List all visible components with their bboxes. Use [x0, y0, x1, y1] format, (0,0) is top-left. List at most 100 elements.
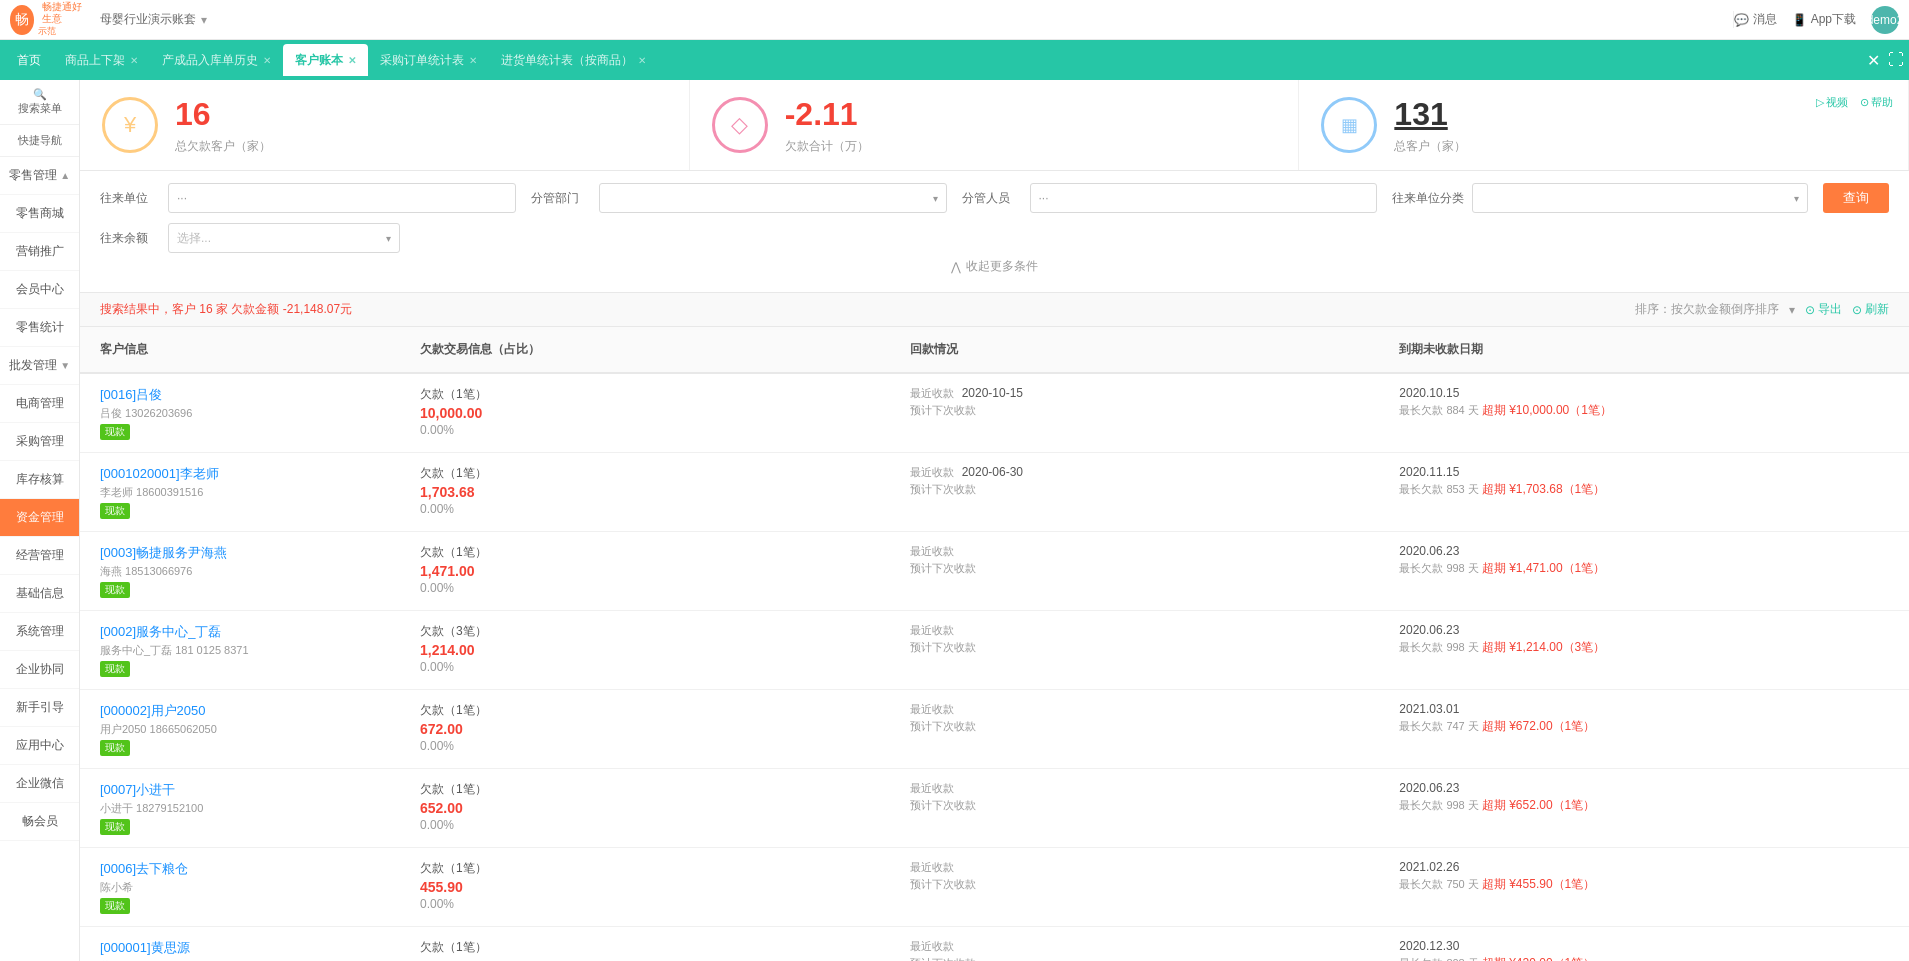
stat-card3-actions: ▷ 视频 ⊙ 帮助: [1816, 95, 1893, 110]
tab-close-all-btn[interactable]: ✕: [1867, 51, 1880, 70]
stat-number-total-customers: 131: [1394, 95, 1888, 133]
customer-name-link[interactable]: [0006]去下粮仓: [100, 861, 188, 876]
tab-home[interactable]: 首页: [5, 44, 53, 76]
customer-name-link[interactable]: [0002]服务中心_丁磊: [100, 624, 221, 639]
message-icon: 💬: [1734, 13, 1749, 27]
refresh-btn[interactable]: ⊙ 刷新: [1852, 301, 1889, 318]
search-button[interactable]: 查询: [1823, 183, 1889, 213]
sidebar-item-marketing[interactable]: 营销推广: [0, 233, 79, 271]
filter-select-unit-class[interactable]: ▾: [1472, 183, 1808, 213]
export-btn[interactable]: ⊙ 导出: [1805, 301, 1842, 318]
search-menu-label: 搜索菜单: [5, 101, 74, 116]
debt-amount-val[interactable]: 455.90: [420, 879, 910, 895]
sidebar-item-newbie[interactable]: 新手引导: [0, 689, 79, 727]
repay-cell: 最近收款2020-06-30 预计下次收款: [910, 461, 1400, 501]
sidebar-item-purchase[interactable]: 采购管理: [0, 423, 79, 461]
repay-cell: 最近收款 预计下次收款: [910, 856, 1400, 896]
tab-purchase-stat[interactable]: 进货单统计表（按商品） ✕: [489, 44, 658, 76]
debt-info-cell: 欠款（1笔） 652.00 0.00%: [420, 777, 910, 836]
debt-amount-val[interactable]: 1,471.00: [420, 563, 910, 579]
filter-input-from-unit[interactable]: ···: [168, 183, 516, 213]
overdue-amount-link[interactable]: 超期 ¥652.00（1笔）: [1482, 798, 1595, 812]
result-actions: 排序：按欠款金额倒序排序 ▾ ⊙ 导出 ⊙ 刷新: [1635, 301, 1889, 318]
customer-name-link[interactable]: [0003]畅捷服务尹海燕: [100, 545, 227, 560]
top-bar: 畅 畅捷通好生意 示范 母婴行业演示账套 ▾ 💬 消息 📱 App下载 demo…: [0, 0, 1909, 40]
tab-product-manage[interactable]: 商品上下架 ✕: [53, 44, 150, 76]
customer-name-link[interactable]: [000001]黄思源: [100, 940, 190, 955]
sidebar-item-batch-manage[interactable]: 批发管理 ▼: [0, 347, 79, 385]
result-text2: 家: [216, 302, 228, 316]
sidebar-item-app-center[interactable]: 应用中心: [0, 727, 79, 765]
overdue-cell: 2020.06.23 最长欠款 998 天 超期 ¥1,471.00（1笔）: [1399, 540, 1889, 581]
person-dots: ···: [1039, 191, 1049, 205]
sidebar-item-operation[interactable]: 经营管理: [0, 537, 79, 575]
filter-balance: 往来余额 选择... ▾: [100, 223, 400, 253]
overdue-amount-link[interactable]: 超期 ¥429.00（1笔）: [1482, 956, 1595, 961]
debt-amount: -21,148.07元: [283, 302, 352, 316]
debt-amount-val[interactable]: 10,000.00: [420, 405, 910, 421]
sidebar-item-retail-shop[interactable]: 零售商城: [0, 195, 79, 233]
customer-name-link[interactable]: [0016]吕俊: [100, 387, 162, 402]
sidebar-item-retail-manage-label: 零售管理: [9, 168, 57, 182]
tab-product-in-history-close[interactable]: ✕: [263, 55, 271, 66]
debt-amount-val[interactable]: 1,703.68: [420, 484, 910, 500]
customer-name-link[interactable]: [0007]小进干: [100, 782, 175, 797]
message-btn[interactable]: 💬 消息: [1734, 11, 1777, 28]
sidebar-item-finance[interactable]: 资金管理: [0, 499, 79, 537]
filter-person: 分管人员 ···: [962, 183, 1378, 213]
repay-cell: 最近收款 预计下次收款: [910, 619, 1400, 659]
sidebar-item-system-label: 系统管理: [16, 624, 64, 638]
overdue-amount-link[interactable]: 超期 ¥1,471.00（1笔）: [1482, 561, 1605, 575]
debt-amount-val[interactable]: 672.00: [420, 721, 910, 737]
help-btn[interactable]: ⊙ 帮助: [1860, 95, 1893, 110]
debt-amount-val[interactable]: 1,214.00: [420, 642, 910, 658]
balance-placeholder: 选择...: [177, 230, 211, 247]
sidebar-item-system[interactable]: 系统管理: [0, 613, 79, 651]
sidebar-search-menu[interactable]: 🔍 搜索菜单: [0, 80, 79, 125]
filter-select-balance[interactable]: 选择... ▾: [168, 223, 400, 253]
sidebar-item-enterprise[interactable]: 企业协同: [0, 651, 79, 689]
avatar[interactable]: demo2: [1871, 6, 1899, 34]
overdue-amount-link[interactable]: 超期 ¥672.00（1笔）: [1482, 719, 1595, 733]
filter-select-department[interactable]: ▾: [599, 183, 947, 213]
company-selector[interactable]: 母婴行业演示账套 ▾: [90, 11, 1734, 28]
refresh-icon: ⊙: [1852, 303, 1862, 317]
tab-purchase-order-close[interactable]: ✕: [469, 55, 477, 66]
customer-info-cell: [000001]黄思源 黄思源 13552700226 现款: [100, 935, 420, 961]
sidebar-item-ecommerce[interactable]: 电商管理: [0, 385, 79, 423]
overdue-cell: 2020.06.23 最长欠款 998 天 超期 ¥652.00（1笔）: [1399, 777, 1889, 818]
sidebar-item-basic-info[interactable]: 基础信息: [0, 575, 79, 613]
sidebar-item-enterprise-wx[interactable]: 企业微信: [0, 765, 79, 803]
tab-purchase-stat-close[interactable]: ✕: [638, 55, 646, 66]
tab-fullscreen-btn[interactable]: ⛶: [1888, 51, 1904, 69]
sidebar-quick-nav[interactable]: 快捷导航: [0, 125, 79, 157]
repay-label: 最近收款: [910, 544, 954, 559]
debt-count: 欠款（1笔）: [420, 544, 910, 561]
repay-next: 预计下次收款: [910, 482, 1400, 497]
sidebar-item-retail-stat[interactable]: 零售统计: [0, 309, 79, 347]
customer-info-cell: [0001020001]李老师 李老师 18600391516 现款: [100, 461, 420, 523]
video-btn[interactable]: ▷ 视频: [1816, 95, 1848, 110]
collapse-filters-btn[interactable]: ⋀ 收起更多条件: [100, 253, 1889, 280]
debt-amount-val[interactable]: 652.00: [420, 800, 910, 816]
customer-name-link[interactable]: [000002]用户2050: [100, 703, 206, 718]
app-download-btn[interactable]: 📱 App下载: [1792, 11, 1856, 28]
tab-product-in-history[interactable]: 产成品入库单历史 ✕: [150, 44, 283, 76]
tab-purchase-order[interactable]: 采购订单统计表 ✕: [368, 44, 489, 76]
tab-customer-account[interactable]: 客户账本 ✕: [283, 44, 368, 76]
debt-percent: 0.00%: [420, 660, 910, 674]
tab-customer-account-close[interactable]: ✕: [348, 55, 356, 66]
brand-sub: 示范: [38, 25, 90, 38]
customer-contact: 李老师 18600391516: [100, 485, 420, 500]
overdue-amount-link[interactable]: 超期 ¥455.90（1笔）: [1482, 877, 1595, 891]
sidebar-item-retail-manage[interactable]: 零售管理 ▲: [0, 157, 79, 195]
overdue-amount-link[interactable]: 超期 ¥10,000.00（1笔）: [1482, 403, 1612, 417]
sidebar-item-inventory[interactable]: 库存核算: [0, 461, 79, 499]
sidebar-item-vip[interactable]: 畅会员: [0, 803, 79, 841]
sidebar-item-member[interactable]: 会员中心: [0, 271, 79, 309]
overdue-amount-link[interactable]: 超期 ¥1,703.68（1笔）: [1482, 482, 1605, 496]
tab-product-manage-close[interactable]: ✕: [130, 55, 138, 66]
filter-input-person[interactable]: ···: [1030, 183, 1378, 213]
customer-name-link[interactable]: [0001020001]李老师: [100, 466, 219, 481]
overdue-amount-link[interactable]: 超期 ¥1,214.00（3笔）: [1482, 640, 1605, 654]
